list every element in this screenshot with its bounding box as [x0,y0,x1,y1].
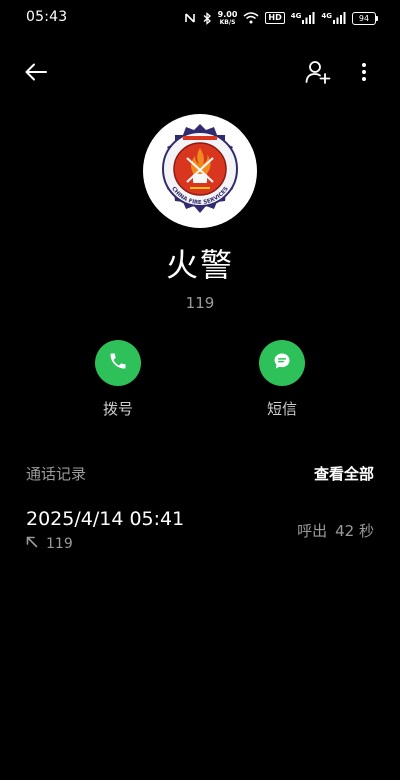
signal-icon: 4G [321,12,346,24]
net-speed-value: 9.00 [217,9,238,19]
status-bar: 05:43 9.00 KB/S HD 4G 4G 94 [0,0,400,36]
nfc-icon [184,12,196,24]
call-log-entry[interactable]: 2025/4/14 05:41 119 呼出 42 秒 [0,500,400,562]
call-sub-info: 119 [26,536,73,552]
status-icons: 9.00 KB/S HD 4G 4G 94 [184,9,378,27]
contact-avatar[interactable]: CHINA FIRE SERVICES [143,114,257,228]
outgoing-call-icon [26,536,38,552]
battery-icon: 94 [352,11,378,25]
net-speed-unit: KB/S [219,18,236,26]
signal-label: 4G [290,12,302,20]
contact-number: 119 [185,294,215,312]
person-add-icon [305,60,331,88]
call-type: 呼出 [297,522,328,540]
bluetooth-icon [202,11,212,25]
view-all-link[interactable]: 查看全部 [314,463,374,484]
call-button[interactable]: 拨号 [73,340,163,419]
signal-label: 4G [321,12,332,20]
call-log-title: 通话记录 [26,465,87,483]
arrow-left-icon [25,63,47,85]
sms-label: 短信 [266,400,297,418]
sms-button-circle[interactable] [259,340,305,386]
contact-name: 火警 [165,246,234,284]
hd-badge: HD [265,12,285,24]
china-fire-services-emblem: CHINA FIRE SERVICES [162,124,238,213]
sms-button[interactable]: 短信 [237,340,327,419]
call-number: 119 [46,536,73,552]
call-button-circle[interactable] [95,340,141,386]
more-options-button[interactable] [346,56,382,92]
call-duration: 42 秒 [335,522,374,540]
signal-icon: 4G [291,12,316,24]
call-label: 拨号 [102,400,133,418]
more-vertical-icon [361,62,367,86]
call-meta: 呼出 42 秒 [297,520,374,541]
phone-icon [108,351,128,375]
wifi-icon [243,12,259,24]
net-speed: 9.00 KB/S [217,9,238,26]
back-button[interactable] [18,56,54,92]
add-contact-button[interactable] [300,56,336,92]
status-time: 05:43 [26,9,68,25]
call-datetime: 2025/4/14 05:41 [26,508,185,530]
message-icon [272,351,292,375]
